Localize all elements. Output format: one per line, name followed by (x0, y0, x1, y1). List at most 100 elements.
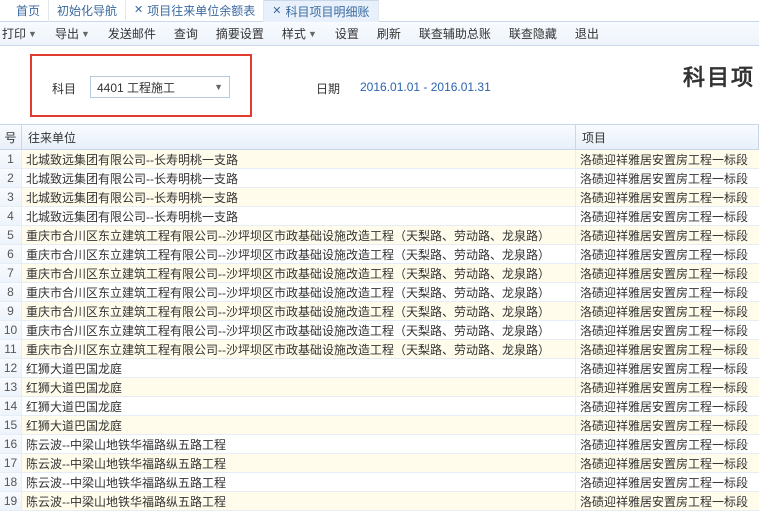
cell-seq: 10 (0, 321, 22, 339)
tab-label: 初始化导航 (57, 2, 117, 19)
toolbar-label: 发送邮件 (108, 25, 156, 42)
col-header-seq[interactable]: 号 (0, 125, 22, 149)
table-row[interactable]: 18陈云波--中梁山地铁华福路纵五路工程洛碛迎祥雅居安置房工程一标段 (0, 473, 759, 492)
toolbar-item-8[interactable]: 联查辅助总账 (419, 25, 491, 42)
cell-unit: 重庆市合川区东立建筑工程有限公司--沙坪坝区市政基础设施改造工程（天梨路、劳动路… (22, 340, 576, 358)
tab-2[interactable]: ✕ 项目往来单位余额表 (126, 0, 264, 22)
cell-unit: 重庆市合川区东立建筑工程有限公司--沙坪坝区市政基础设施改造工程（天梨路、劳动路… (22, 226, 576, 244)
cell-project: 洛碛迎祥雅居安置房工程一标段 (576, 473, 759, 491)
cell-seq: 16 (0, 435, 22, 453)
close-icon[interactable]: ✕ (272, 6, 281, 17)
toolbar-item-5[interactable]: 样式▼ (282, 25, 317, 42)
cell-project: 洛碛迎祥雅居安置房工程一标段 (576, 302, 759, 320)
table-row[interactable]: 15红狮大道巴国龙庭洛碛迎祥雅居安置房工程一标段 (0, 416, 759, 435)
grid-body[interactable]: 1北城致远集团有限公司--长寿明桃一支路洛碛迎祥雅居安置房工程一标段2北城致远集… (0, 150, 759, 512)
tab-1[interactable]: 初始化导航 (49, 0, 126, 22)
tab-label: 项目往来单位余额表 (147, 2, 255, 19)
toolbar-item-0[interactable]: 打印▼ (2, 25, 37, 42)
subject-value: 4401 工程施工 (97, 79, 175, 96)
cell-unit: 重庆市合川区东立建筑工程有限公司--沙坪坝区市政基础设施改造工程（天梨路、劳动路… (22, 264, 576, 282)
cell-seq: 17 (0, 454, 22, 472)
col-header-project[interactable]: 项目 (576, 125, 759, 149)
cell-seq: 9 (0, 302, 22, 320)
toolbar-item-9[interactable]: 联查隐藏 (509, 25, 557, 42)
cell-seq: 14 (0, 397, 22, 415)
cell-project: 洛碛迎祥雅居安置房工程一标段 (576, 397, 759, 415)
table-row[interactable]: 9重庆市合川区东立建筑工程有限公司--沙坪坝区市政基础设施改造工程（天梨路、劳动… (0, 302, 759, 321)
toolbar-item-7[interactable]: 刷新 (377, 25, 401, 42)
table-row[interactable]: 5重庆市合川区东立建筑工程有限公司--沙坪坝区市政基础设施改造工程（天梨路、劳动… (0, 226, 759, 245)
cell-unit: 重庆市合川区东立建筑工程有限公司--沙坪坝区市政基础设施改造工程（天梨路、劳动路… (22, 302, 576, 320)
table-row[interactable]: 19陈云波--中梁山地铁华福路纵五路工程洛碛迎祥雅居安置房工程一标段 (0, 492, 759, 511)
cell-project: 洛碛迎祥雅居安置房工程一标段 (576, 245, 759, 263)
table-row[interactable]: 17陈云波--中梁山地铁华福路纵五路工程洛碛迎祥雅居安置房工程一标段 (0, 454, 759, 473)
filters-area: 科目 4401 工程施工 ▼ 日期 2016.01.01 - 2016.01.3… (0, 46, 759, 124)
table-row[interactable]: 12红狮大道巴国龙庭洛碛迎祥雅居安置房工程一标段 (0, 359, 759, 378)
cell-unit: 红狮大道巴国龙庭 (22, 359, 576, 377)
toolbar-item-4[interactable]: 摘要设置 (216, 25, 264, 42)
cell-project: 洛碛迎祥雅居安置房工程一标段 (576, 492, 759, 510)
cell-project: 洛碛迎祥雅居安置房工程一标段 (576, 188, 759, 206)
tabs-bar: 首页初始化导航 ✕ 项目往来单位余额表 ✕ 科目项目明细账 (0, 0, 759, 22)
toolbar-item-1[interactable]: 导出▼ (55, 25, 90, 42)
cell-project: 洛碛迎祥雅居安置房工程一标段 (576, 283, 759, 301)
cell-seq: 15 (0, 416, 22, 434)
cell-project: 洛碛迎祥雅居安置房工程一标段 (576, 416, 759, 434)
table-row[interactable]: 1北城致远集团有限公司--长寿明桃一支路洛碛迎祥雅居安置房工程一标段 (0, 150, 759, 169)
table-row[interactable]: 14红狮大道巴国龙庭洛碛迎祥雅居安置房工程一标段 (0, 397, 759, 416)
cell-seq: 8 (0, 283, 22, 301)
subject-select[interactable]: 4401 工程施工 ▼ (90, 76, 230, 98)
cell-project: 洛碛迎祥雅居安置房工程一标段 (576, 150, 759, 168)
cell-unit: 陈云波--中梁山地铁华福路纵五路工程 (22, 435, 576, 453)
col-header-unit[interactable]: 往来单位 (22, 125, 576, 149)
cell-unit: 重庆市合川区东立建筑工程有限公司--沙坪坝区市政基础设施改造工程（天梨路、劳动路… (22, 283, 576, 301)
cell-seq: 11 (0, 340, 22, 358)
close-icon[interactable]: ✕ (134, 5, 143, 16)
subject-label: 科目 (52, 80, 76, 97)
table-row[interactable]: 8重庆市合川区东立建筑工程有限公司--沙坪坝区市政基础设施改造工程（天梨路、劳动… (0, 283, 759, 302)
cell-unit: 北城致远集团有限公司--长寿明桃一支路 (22, 169, 576, 187)
cell-unit: 北城致远集团有限公司--长寿明桃一支路 (22, 150, 576, 168)
cell-seq: 3 (0, 188, 22, 206)
tab-0[interactable]: 首页 (8, 0, 49, 22)
table-row[interactable]: 4北城致远集团有限公司--长寿明桃一支路洛碛迎祥雅居安置房工程一标段 (0, 207, 759, 226)
table-row[interactable]: 3北城致远集团有限公司--长寿明桃一支路洛碛迎祥雅居安置房工程一标段 (0, 188, 759, 207)
chevron-down-icon: ▼ (81, 29, 90, 39)
cell-unit: 陈云波--中梁山地铁华福路纵五路工程 (22, 454, 576, 472)
tab-3[interactable]: ✕ 科目项目明细账 (264, 0, 378, 22)
table-row[interactable]: 16陈云波--中梁山地铁华福路纵五路工程洛碛迎祥雅居安置房工程一标段 (0, 435, 759, 454)
toolbar-label: 退出 (575, 25, 599, 42)
toolbar-label: 设置 (335, 25, 359, 42)
toolbar-item-10[interactable]: 退出 (575, 25, 599, 42)
table-row[interactable]: 10重庆市合川区东立建筑工程有限公司--沙坪坝区市政基础设施改造工程（天梨路、劳… (0, 321, 759, 340)
toolbar-label: 查询 (174, 25, 198, 42)
toolbar: 打印▼导出▼发送邮件查询摘要设置样式▼设置刷新联查辅助总账联查隐藏退出 (0, 22, 759, 46)
toolbar-label: 联查隐藏 (509, 25, 557, 42)
cell-unit: 陈云波--中梁山地铁华福路纵五路工程 (22, 473, 576, 491)
cell-seq: 6 (0, 245, 22, 263)
cell-seq: 4 (0, 207, 22, 225)
table-row[interactable]: 11重庆市合川区东立建筑工程有限公司--沙坪坝区市政基础设施改造工程（天梨路、劳… (0, 340, 759, 359)
cell-project: 洛碛迎祥雅居安置房工程一标段 (576, 378, 759, 396)
cell-unit: 红狮大道巴国龙庭 (22, 397, 576, 415)
toolbar-item-6[interactable]: 设置 (335, 25, 359, 42)
cell-project: 洛碛迎祥雅居安置房工程一标段 (576, 359, 759, 377)
cell-seq: 1 (0, 150, 22, 168)
toolbar-label: 刷新 (377, 25, 401, 42)
table-row[interactable]: 13红狮大道巴国龙庭洛碛迎祥雅居安置房工程一标段 (0, 378, 759, 397)
cell-project: 洛碛迎祥雅居安置房工程一标段 (576, 454, 759, 472)
cell-seq: 18 (0, 473, 22, 491)
tab-label: 科目项目明细账 (285, 3, 369, 20)
toolbar-item-2[interactable]: 发送邮件 (108, 25, 156, 42)
cell-project: 洛碛迎祥雅居安置房工程一标段 (576, 435, 759, 453)
cell-seq: 13 (0, 378, 22, 396)
cell-unit: 红狮大道巴国龙庭 (22, 378, 576, 396)
table-row[interactable]: 6重庆市合川区东立建筑工程有限公司--沙坪坝区市政基础设施改造工程（天梨路、劳动… (0, 245, 759, 264)
cell-seq: 19 (0, 492, 22, 510)
toolbar-label: 联查辅助总账 (419, 25, 491, 42)
toolbar-label: 打印 (2, 25, 26, 42)
table-row[interactable]: 2北城致远集团有限公司--长寿明桃一支路洛碛迎祥雅居安置房工程一标段 (0, 169, 759, 188)
page-title: 科目项 (683, 60, 755, 92)
toolbar-item-3[interactable]: 查询 (174, 25, 198, 42)
table-row[interactable]: 7重庆市合川区东立建筑工程有限公司--沙坪坝区市政基础设施改造工程（天梨路、劳动… (0, 264, 759, 283)
